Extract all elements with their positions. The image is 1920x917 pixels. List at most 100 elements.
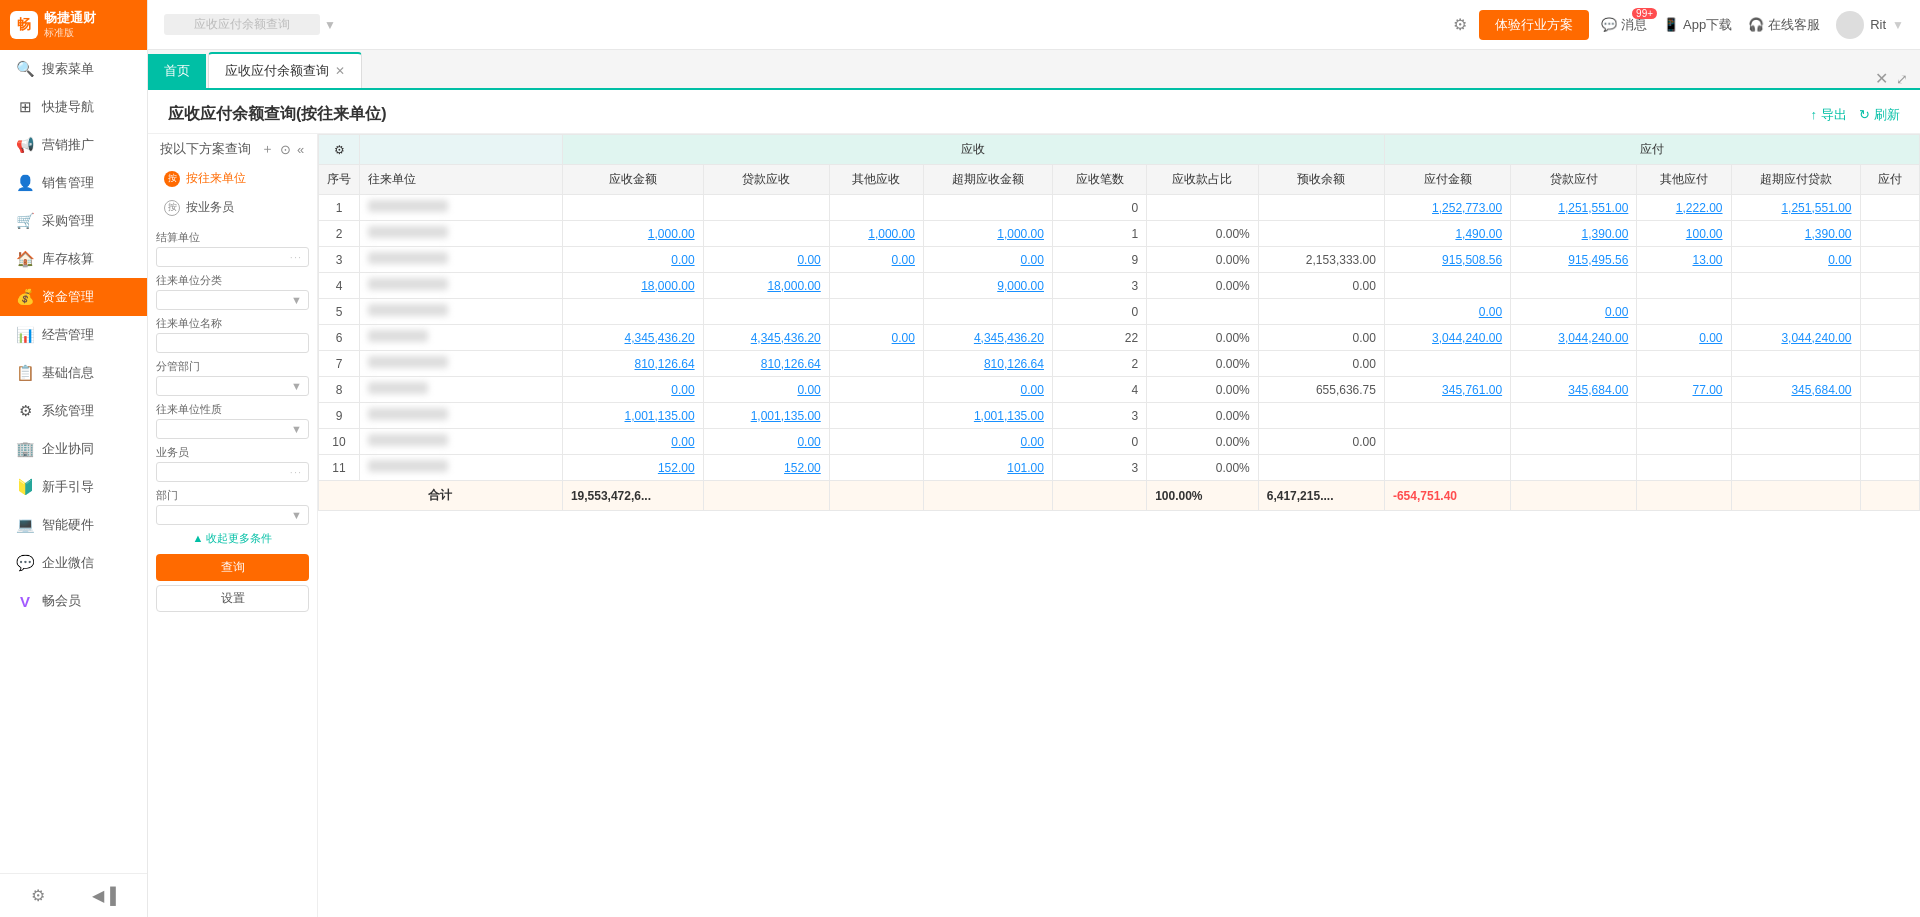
- unit-name-cell: [360, 455, 563, 481]
- scheme-icon-salesperson: 按: [164, 200, 180, 216]
- sidebar-item-enterprise[interactable]: 🏢 企业协同: [0, 430, 147, 468]
- table-row: 80.000.00 0.0040.00%655,636.75345,761.00…: [319, 377, 1920, 403]
- unit-name-cell: [360, 429, 563, 455]
- marketing-icon: 📢: [16, 136, 34, 154]
- table-row: 1 0 1,252,773.001,251,551.001,222.001,25…: [319, 195, 1920, 221]
- settlement-input[interactable]: ···: [156, 247, 309, 267]
- sidebar-item-marketing[interactable]: 📢 营销推广: [0, 126, 147, 164]
- table-header-row: 序号 往来单位 应收金额 贷款应收 其他应收 超期应收金额 应收笔数 应收款占比…: [319, 165, 1920, 195]
- app-download-button[interactable]: 📱 App下载: [1663, 16, 1732, 34]
- unit-name-cell: [360, 299, 563, 325]
- unit-nature-select[interactable]: ▼: [156, 419, 309, 439]
- scheme-collapse-icon[interactable]: «: [297, 142, 304, 157]
- tab-ar-ap[interactable]: 应收应付余额查询 ✕: [208, 52, 362, 88]
- gear-icon[interactable]: ⚙: [1453, 15, 1467, 34]
- sidebar-item-basic[interactable]: 📋 基础信息: [0, 354, 147, 392]
- unit-name-cell: [360, 377, 563, 403]
- unit-type-select[interactable]: ▼: [156, 290, 309, 310]
- sidebar-item-operations[interactable]: 📊 经营管理: [0, 316, 147, 354]
- salesperson-input[interactable]: ···: [156, 462, 309, 482]
- table-row: 21,000.00 1,000.001,000.0010.00% 1,490.0…: [319, 221, 1920, 247]
- finance-icon: 💰: [16, 288, 34, 306]
- table-group-header-row: ⚙ 应收 应付: [319, 135, 1920, 165]
- table-row: 30.000.000.000.0090.00%2,153,333.00915,5…: [319, 247, 1920, 273]
- sidebar-item-system[interactable]: ⚙ 系统管理: [0, 392, 147, 430]
- window-close-icon[interactable]: ✕: [1875, 69, 1888, 88]
- online-service-button[interactable]: 🎧 在线客服: [1748, 16, 1820, 34]
- footer-ar-ratio: 100.00%: [1147, 481, 1259, 511]
- gear-header-cell[interactable]: ⚙: [319, 135, 360, 165]
- department-select[interactable]: ▼: [156, 505, 309, 525]
- solution-button[interactable]: 体验行业方案: [1479, 10, 1589, 40]
- col-ap-overdue: 超期应付贷款: [1731, 165, 1860, 195]
- message-badge: 99+: [1632, 8, 1657, 19]
- window-expand-icon[interactable]: ⤢: [1896, 71, 1908, 87]
- table-body: 1 0 1,252,773.001,251,551.001,222.001,25…: [319, 195, 1920, 481]
- scheme-item-salesperson[interactable]: 按 按业务员: [148, 193, 317, 222]
- refresh-icon: ↻: [1859, 107, 1870, 122]
- unit-name-cell: [360, 325, 563, 351]
- col-ar-amount: 应收金额: [562, 165, 703, 195]
- filter-field-settlement: 结算单位 ···: [156, 230, 309, 267]
- add-scheme-icon[interactable]: ＋: [261, 140, 274, 158]
- tab-home[interactable]: 首页: [148, 54, 206, 88]
- footer-ap-amount: -654,751.40: [1384, 481, 1510, 511]
- scheme-icon-unit: 按: [164, 171, 180, 187]
- tab-close-icon[interactable]: ✕: [335, 64, 345, 78]
- filter-field-unit-nature: 往来单位性质 ▼: [156, 402, 309, 439]
- footer-label: 合计: [319, 481, 563, 511]
- app-icon: 📱: [1663, 17, 1679, 32]
- sidebar-item-sales[interactable]: 👤 销售管理: [0, 164, 147, 202]
- table-area: ⚙ 应收 应付 序号 往来单位 应收金额 贷款应收 其他应收 超期应收金额: [318, 134, 1920, 917]
- filter-field-unit-type: 往来单位分类 ▼: [156, 273, 309, 310]
- message-button[interactable]: 💬 消息 99+: [1601, 16, 1647, 34]
- dept-select[interactable]: ▼: [156, 376, 309, 396]
- sales-icon: 👤: [16, 174, 34, 192]
- sidebar-item-nav[interactable]: ⊞ 快捷导航: [0, 88, 147, 126]
- sidebar: 畅 畅捷通财 标准版 🔍 搜索菜单 ⊞ 快捷导航 📢 营销推广 👤 销售管理 🛒…: [0, 0, 148, 917]
- sidebar-bottom: ⚙ ◀▐: [0, 873, 147, 917]
- unit-name-cell: [360, 403, 563, 429]
- unit-name-input[interactable]: [156, 333, 309, 353]
- page-title: 应收应付余额查询(按往来单位): [168, 104, 387, 125]
- unit-group-header: [360, 135, 563, 165]
- table-row: 7810,126.64810,126.64 810,126.6420.00%0.…: [319, 351, 1920, 377]
- scheme-settings-icon[interactable]: ⊙: [280, 142, 291, 157]
- col-ar-overdue: 超期应收金额: [923, 165, 1052, 195]
- data-table: ⚙ 应收 应付 序号 往来单位 应收金额 贷款应收 其他应收 超期应收金额: [318, 134, 1920, 511]
- sidebar-item-finance[interactable]: 💰 资金管理: [0, 278, 147, 316]
- user-area[interactable]: Rit ▼: [1836, 11, 1904, 39]
- query-button[interactable]: 查询: [156, 554, 309, 581]
- filter-field-unit-name: 往来单位名称: [156, 316, 309, 353]
- sidebar-item-wechat[interactable]: 💬 企业微信: [0, 544, 147, 582]
- col-ar-count: 应收笔数: [1052, 165, 1146, 195]
- enterprise-icon: 🏢: [16, 440, 34, 458]
- ar-ap-tab-label: 应收应付余额查询: [225, 62, 329, 80]
- refresh-button[interactable]: ↻ 刷新: [1859, 106, 1900, 124]
- sidebar-item-guide[interactable]: 🔰 新手引导: [0, 468, 147, 506]
- table-row: 64,345,436.204,345,436.200.004,345,436.2…: [319, 325, 1920, 351]
- footer-ar-prepay: 6,417,215....: [1258, 481, 1384, 511]
- avatar: [1836, 11, 1864, 39]
- export-icon: ↑: [1811, 107, 1818, 122]
- sidebar-item-hardware[interactable]: 💻 智能硬件: [0, 506, 147, 544]
- sidebar-item-search[interactable]: 🔍 搜索菜单: [0, 50, 147, 88]
- collapse-more-btn[interactable]: ▲ 收起更多条件: [156, 531, 309, 546]
- settings-bottom-icon[interactable]: ⚙: [31, 886, 45, 905]
- content-body: 按以下方案查询 ＋ ⊙ « 按 按往来单位 按 按业务员: [148, 134, 1920, 917]
- tabbar: 首页 应收应付余额查询 ✕ ✕ ⤢: [148, 50, 1920, 90]
- sidebar-item-purchase[interactable]: 🛒 采购管理: [0, 202, 147, 240]
- user-dropdown-icon: ▼: [1892, 18, 1904, 32]
- setting-button[interactable]: 设置: [156, 585, 309, 612]
- breadcrumb-text: 应收应付余额查询: [164, 14, 320, 35]
- footer-row: 合计 19,553,472,6... 100.00% 6,417,215....…: [319, 481, 1920, 511]
- export-button[interactable]: ↑ 导出: [1811, 106, 1848, 124]
- breadcrumb-chevron: ▼: [324, 18, 336, 32]
- page-header: 应收应付余额查询(按往来单位) ↑ 导出 ↻ 刷新: [148, 90, 1920, 134]
- footer-ar-amount: 19,553,472,6...: [562, 481, 703, 511]
- sidebar-item-member[interactable]: V 畅会员: [0, 582, 147, 620]
- breadcrumb: 应收应付余额查询 ▼: [164, 14, 1441, 35]
- sidebar-item-inventory[interactable]: 🏠 库存核算: [0, 240, 147, 278]
- scheme-item-unit[interactable]: 按 按往来单位: [148, 164, 317, 193]
- collapse-sidebar-icon[interactable]: ◀▐: [92, 886, 115, 905]
